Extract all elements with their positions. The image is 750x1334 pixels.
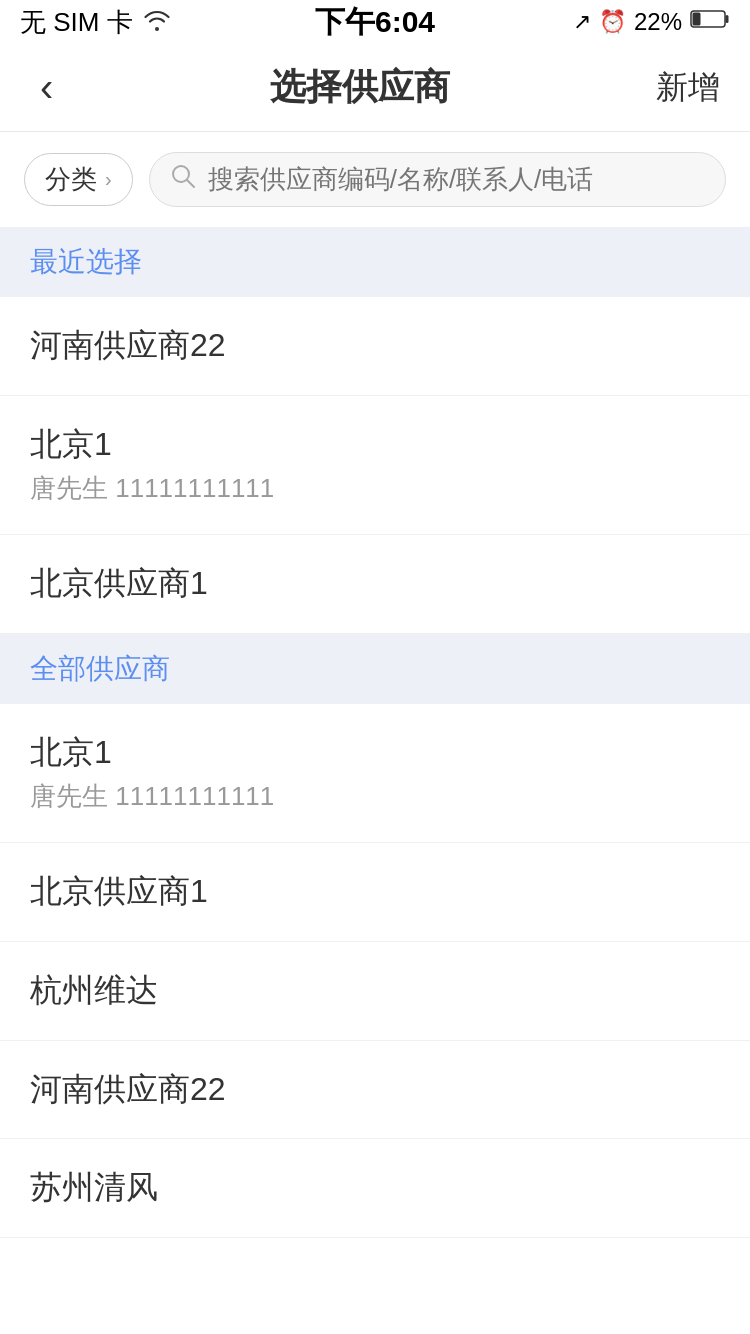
recent-items-list: 河南供应商22 北京1 唐先生 11111111111 北京供应商1 <box>0 297 750 634</box>
all-list-item[interactable]: 河南供应商22 <box>0 1041 750 1140</box>
search-icon <box>170 163 196 196</box>
location-icon: ↗ <box>573 9 591 35</box>
all-list-item[interactable]: 苏州清风 <box>0 1139 750 1238</box>
recent-list-item[interactable]: 北京1 唐先生 11111111111 <box>0 396 750 536</box>
item-name: 河南供应商22 <box>30 1069 720 1111</box>
item-name: 北京1 <box>30 424 720 466</box>
svg-line-4 <box>187 180 194 187</box>
recent-list-item[interactable]: 河南供应商22 <box>0 297 750 396</box>
page-title: 选择供应商 <box>270 63 450 112</box>
item-sub: 唐先生 11111111111 <box>30 471 720 506</box>
all-section-label: 全部供应商 <box>30 653 170 684</box>
category-label: 分类 <box>45 162 97 197</box>
status-left: 无 SIM 卡 <box>20 5 171 40</box>
item-name: 河南供应商22 <box>30 325 720 367</box>
add-button[interactable]: 新增 <box>656 66 720 110</box>
battery-label: 22% <box>634 8 682 36</box>
recent-section-header: 最近选择 <box>0 227 750 297</box>
category-filter[interactable]: 分类 › <box>24 153 133 206</box>
item-name: 北京供应商1 <box>30 563 720 605</box>
all-list-item[interactable]: 北京1 唐先生 11111111111 <box>0 704 750 844</box>
search-input[interactable] <box>208 164 705 195</box>
all-items-list: 北京1 唐先生 11111111111 北京供应商1 杭州维达河南供应商22 苏州清风 <box>0 704 750 1238</box>
item-name: 杭州维达 <box>30 970 720 1012</box>
filter-bar: 分类 › <box>0 132 750 227</box>
status-bar: 无 SIM 卡 下午6:04 ↗ ⏰ 22% <box>0 0 750 44</box>
recent-section-label: 最近选择 <box>30 246 142 277</box>
battery-icon <box>690 8 730 36</box>
all-section-header: 全部供应商 <box>0 634 750 704</box>
wifi-icon <box>143 7 171 38</box>
svg-rect-1 <box>726 15 729 23</box>
all-list-item[interactable]: 杭州维达 <box>0 942 750 1041</box>
svg-rect-2 <box>693 13 701 26</box>
item-name: 北京供应商1 <box>30 871 720 913</box>
alarm-icon: ⏰ <box>599 9 626 35</box>
carrier-label: 无 SIM 卡 <box>20 5 133 40</box>
nav-bar: ‹ 选择供应商 新增 <box>0 44 750 132</box>
status-right: ↗ ⏰ 22% <box>573 8 730 36</box>
item-sub: 唐先生 11111111111 <box>30 779 720 814</box>
item-name: 北京1 <box>30 732 720 774</box>
back-button[interactable]: ‹ <box>30 55 63 120</box>
all-list-item[interactable]: 北京供应商1 <box>0 843 750 942</box>
status-time: 下午6:04 <box>315 2 435 43</box>
search-bar <box>149 152 726 207</box>
item-name: 苏州清风 <box>30 1167 720 1209</box>
chevron-icon: › <box>105 168 112 191</box>
recent-list-item[interactable]: 北京供应商1 <box>0 535 750 634</box>
